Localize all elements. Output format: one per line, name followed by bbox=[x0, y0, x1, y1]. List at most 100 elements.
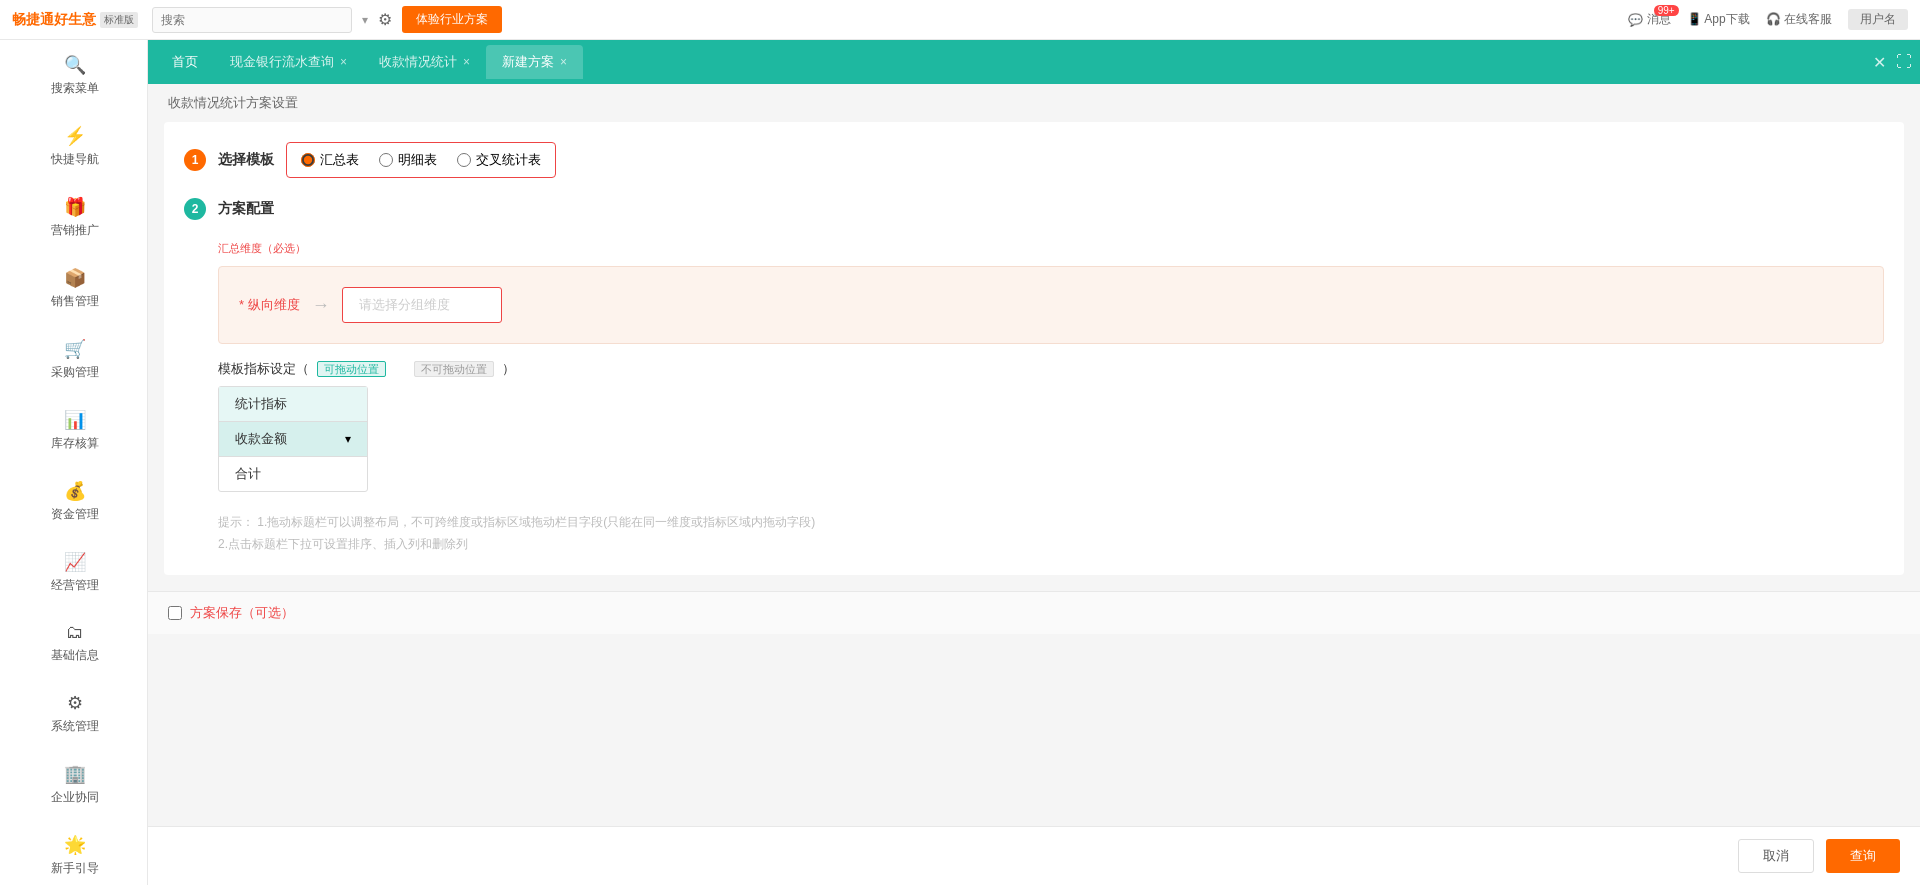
sidebar-item-label: 资金管理 bbox=[51, 506, 99, 523]
tip-2: 2.点击标题栏下拉可设置排序、插入列和删除列 bbox=[218, 534, 1884, 556]
sidebar-item-finance[interactable]: 💰 资金管理 bbox=[0, 466, 147, 537]
tab-new-plan-label: 新建方案 bbox=[502, 53, 554, 71]
tab-home[interactable]: 首页 bbox=[156, 45, 214, 79]
sidebar-item-system[interactable]: ⚙ 系统管理 bbox=[0, 678, 147, 749]
logo: 畅捷通好生意 标准版 bbox=[12, 2, 142, 38]
tab-collection-stats[interactable]: 收款情况统计 × bbox=[363, 45, 486, 79]
step2-row: 2 方案配置 bbox=[184, 198, 1884, 220]
indicator-group-label: 统计指标 bbox=[235, 395, 287, 413]
page-content: 收款情况统计方案设置 1 选择模板 汇总表 明细表 bbox=[148, 84, 1920, 826]
column-dropdown-icon[interactable]: ▾ bbox=[345, 432, 351, 446]
sidebar-item-purchase[interactable]: 🛒 采购管理 bbox=[0, 324, 147, 395]
sidebar-item-label: 基础信息 bbox=[51, 647, 99, 664]
content-area: 首页 现金银行流水查询 × 收款情况统计 × 新建方案 × ✕ ⛶ 收 bbox=[148, 40, 1920, 885]
sidebar-item-enterprise[interactable]: 🏢 企业协同 bbox=[0, 749, 147, 820]
tab-bar-actions: ✕ ⛶ bbox=[1873, 53, 1912, 72]
gear-icon[interactable]: ⚙ bbox=[378, 10, 392, 29]
tab-bank-flow[interactable]: 现金银行流水查询 × bbox=[214, 45, 363, 79]
tab-bank-flow-close[interactable]: × bbox=[340, 55, 347, 69]
radio-summary[interactable]: 汇总表 bbox=[301, 151, 359, 169]
query-button[interactable]: 查询 bbox=[1826, 839, 1900, 873]
dropdown-arrow[interactable]: ▾ bbox=[362, 13, 368, 27]
step2-title: 方案配置 bbox=[218, 200, 274, 218]
indicator-row: 合计 bbox=[219, 457, 367, 491]
sidebar-item-label: 快捷导航 bbox=[51, 151, 99, 168]
expand-window-icon[interactable]: ⛶ bbox=[1896, 53, 1912, 71]
sales-icon: 📦 bbox=[64, 267, 86, 289]
radio-summary-label: 汇总表 bbox=[320, 151, 359, 169]
user-area[interactable]: 用户名 bbox=[1848, 9, 1908, 30]
message-area[interactable]: 💬 消息 99+ bbox=[1628, 11, 1671, 28]
bottom-bar: 取消 查询 bbox=[148, 826, 1920, 885]
dimension-select[interactable]: 请选择分组维度 bbox=[342, 287, 502, 323]
template-radio-group: 汇总表 明细表 交叉统计表 bbox=[286, 142, 556, 178]
tab-new-plan-close[interactable]: × bbox=[560, 55, 567, 69]
download-area[interactable]: 📱 App下载 bbox=[1687, 11, 1750, 28]
sidebar-item-label: 销售管理 bbox=[51, 293, 99, 310]
tab-collection-close[interactable]: × bbox=[463, 55, 470, 69]
indicator-table: 统计指标 收款金额 ▾ 合计 bbox=[218, 386, 368, 492]
indicator-label-suffix: ） bbox=[502, 361, 515, 376]
dimension-title: 汇总维度（必选） bbox=[218, 240, 1884, 256]
trial-button[interactable]: 体验行业方案 bbox=[402, 6, 502, 33]
dimension-config: 汇总维度（必选） * 纵向维度 → 请选择分组维度 bbox=[218, 240, 1884, 555]
system-icon: ⚙ bbox=[67, 692, 83, 714]
tip-1: 提示： 1.拖动标题栏可以调整布局，不可跨维度或指标区域拖动栏目字段(只能在同一… bbox=[218, 512, 1884, 534]
tab-new-plan[interactable]: 新建方案 × bbox=[486, 45, 583, 79]
tab-collection-stats-label: 收款情况统计 bbox=[379, 53, 457, 71]
radio-detail-label: 明细表 bbox=[398, 151, 437, 169]
beginner-icon: 🌟 bbox=[64, 834, 86, 856]
tab-home-label: 首页 bbox=[172, 53, 198, 71]
cancel-button[interactable]: 取消 bbox=[1738, 839, 1814, 873]
operations-icon: 📈 bbox=[64, 551, 86, 573]
radio-detail[interactable]: 明细表 bbox=[379, 151, 437, 169]
step1-num: 1 bbox=[184, 149, 206, 171]
step1-row: 1 选择模板 汇总表 明细表 交叉统计表 bbox=[184, 142, 1884, 178]
purchase-icon: 🛒 bbox=[64, 338, 86, 360]
sidebar-item-beginner[interactable]: 🌟 新手引导 bbox=[0, 820, 147, 885]
sidebar-item-marketing[interactable]: 🎁 营销推广 bbox=[0, 182, 147, 253]
sidebar-item-label: 搜索菜单 bbox=[51, 80, 99, 97]
support-area[interactable]: 🎧 在线客服 bbox=[1766, 11, 1832, 28]
message-count: 99+ bbox=[1654, 5, 1679, 16]
footer-section: 方案保存（可选） bbox=[148, 591, 1920, 634]
step2-num: 2 bbox=[184, 198, 206, 220]
sidebar-item-label: 新手引导 bbox=[51, 860, 99, 877]
logo-text: 畅捷通好生意 bbox=[12, 11, 96, 29]
sidebar-item-sales[interactable]: 📦 销售管理 bbox=[0, 253, 147, 324]
sidebar-item-search-menu[interactable]: 🔍 搜索菜单 bbox=[0, 40, 147, 111]
sidebar-item-label: 库存核算 bbox=[51, 435, 99, 452]
inventory-icon: 📊 bbox=[64, 409, 86, 431]
sidebar-item-label: 经营管理 bbox=[51, 577, 99, 594]
fixed-tag: 不可拖动位置 bbox=[414, 361, 494, 377]
vertical-dimension-label: * 纵向维度 bbox=[239, 296, 300, 314]
search-input[interactable] bbox=[152, 7, 352, 33]
sidebar: 🔍 搜索菜单 ⚡ 快捷导航 🎁 营销推广 📦 销售管理 🛒 采购管理 📊 库存核… bbox=[0, 40, 148, 885]
sidebar-item-quick-nav[interactable]: ⚡ 快捷导航 bbox=[0, 111, 147, 182]
indicator-label: 模板指标设定（ 可拖动位置 不可拖动位置 ） bbox=[218, 360, 1884, 378]
sidebar-item-label: 营销推广 bbox=[51, 222, 99, 239]
close-window-icon[interactable]: ✕ bbox=[1873, 53, 1886, 72]
dimension-row: * 纵向维度 → 请选择分组维度 bbox=[239, 287, 1863, 323]
marketing-icon: 🎁 bbox=[64, 196, 86, 218]
sidebar-item-basic-info[interactable]: 🗂 基础信息 bbox=[0, 608, 147, 678]
basic-info-icon: 🗂 bbox=[66, 622, 84, 643]
step2-section: 2 方案配置 汇总维度（必选） * 纵向维度 → bbox=[184, 198, 1884, 555]
save-plan-checkbox[interactable] bbox=[168, 606, 182, 620]
finance-icon: 💰 bbox=[64, 480, 86, 502]
indicator-column-label: 收款金额 bbox=[235, 430, 287, 448]
tab-bar: 首页 现金银行流水查询 × 收款情况统计 × 新建方案 × ✕ ⛶ bbox=[148, 40, 1920, 84]
sidebar-item-inventory[interactable]: 📊 库存核算 bbox=[0, 395, 147, 466]
enterprise-icon: 🏢 bbox=[64, 763, 86, 785]
radio-cross[interactable]: 交叉统计表 bbox=[457, 151, 541, 169]
save-plan-label: 方案保存（可选） bbox=[190, 604, 294, 622]
top-bar: 畅捷通好生意 标准版 ▾ ⚙ 体验行业方案 💬 消息 99+ 📱 App下载 🎧… bbox=[0, 0, 1920, 40]
indicator-group-header: 统计指标 bbox=[219, 387, 367, 422]
indicator-column-header[interactable]: 收款金额 ▾ bbox=[219, 422, 367, 457]
sidebar-item-operations[interactable]: 📈 经营管理 bbox=[0, 537, 147, 608]
top-bar-right: 💬 消息 99+ 📱 App下载 🎧 在线客服 用户名 bbox=[1628, 9, 1908, 30]
indicator-section: 模板指标设定（ 可拖动位置 不可拖动位置 ） 统计指标 bbox=[218, 360, 1884, 555]
tab-bank-flow-label: 现金银行流水查询 bbox=[230, 53, 334, 71]
dimension-area: * 纵向维度 → 请选择分组维度 bbox=[218, 266, 1884, 344]
sidebar-item-label: 采购管理 bbox=[51, 364, 99, 381]
